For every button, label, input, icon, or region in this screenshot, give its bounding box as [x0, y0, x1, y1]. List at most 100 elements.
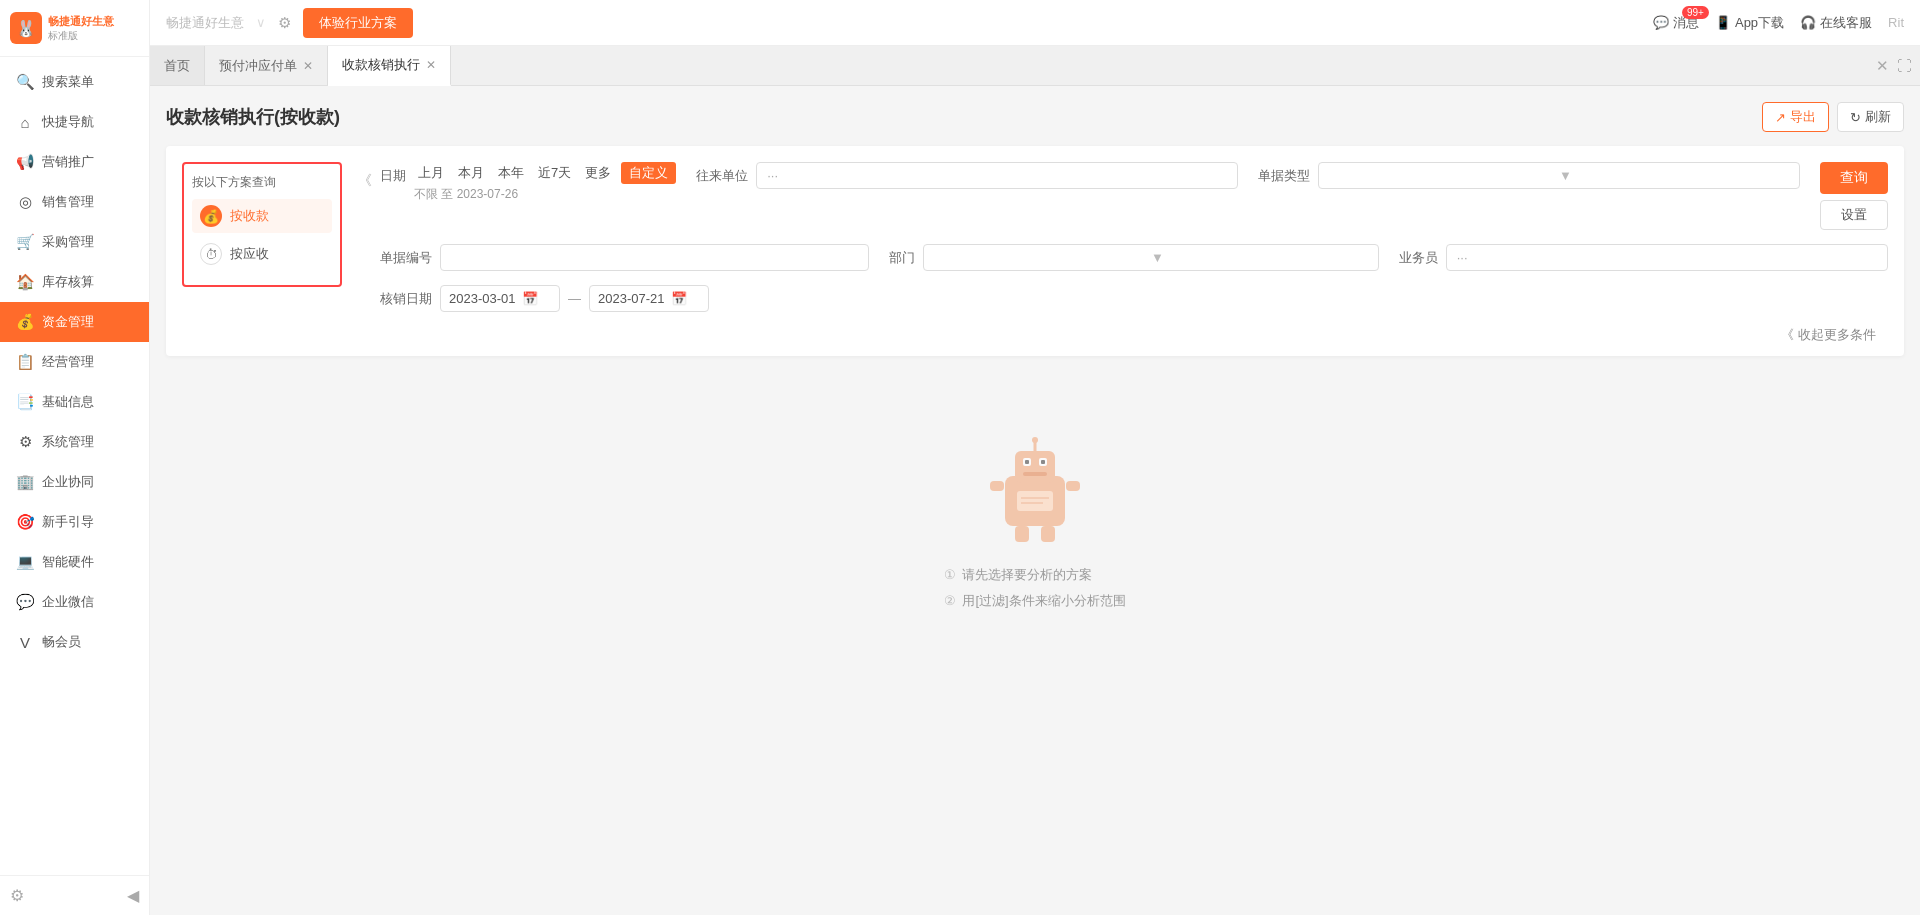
partner-input[interactable]: ···	[756, 162, 1238, 189]
date-tab-more[interactable]: 更多	[581, 162, 615, 184]
home-tab-label: 首页	[164, 57, 190, 75]
refresh-icon: ↻	[1850, 110, 1861, 125]
empty-tip-2: ② 用[过滤]条件来缩小分析范围	[944, 588, 1125, 614]
tab-home[interactable]: 首页	[150, 46, 205, 85]
collection-tab-close[interactable]: ✕	[426, 58, 436, 72]
sidebar-item-basic-info[interactable]: 📑基础信息	[0, 382, 149, 422]
app-icon: 📱	[1715, 15, 1731, 30]
filter-settings-button[interactable]: 设置	[1820, 200, 1888, 230]
sidebar-item-hardware[interactable]: 💻 智能硬件	[0, 542, 149, 582]
svg-rect-13	[1017, 491, 1053, 511]
sidebar-item-marketing[interactable]: 📢营销推广	[0, 142, 149, 182]
sidebar-item-operation[interactable]: 📋 经营管理	[0, 342, 149, 382]
sidebar: 🐰 畅捷通好生意 标准版 🔍搜索菜单⌂快捷导航📢营销推广◎销售管理🛒采购管理🏠库…	[0, 0, 150, 915]
message-icon: 💬	[1653, 15, 1669, 30]
query-button[interactable]: 查询	[1820, 162, 1888, 194]
nav-icon-wechat: 💬	[16, 593, 34, 611]
date-tab-this-year[interactable]: 本年	[494, 162, 528, 184]
date-tab-last-month[interactable]: 上月	[414, 162, 448, 184]
writeoff-start-date[interactable]: 2023-03-01 📅	[440, 285, 560, 312]
nav-icon-hardware: 💻	[16, 553, 34, 571]
topbar-gear-icon[interactable]: ⚙	[278, 14, 291, 32]
sidebar-item-guide[interactable]: 🎯新手引导	[0, 502, 149, 542]
nav-icon-marketing: 📢	[16, 153, 34, 171]
sidebar-item-sales[interactable]: ◎销售管理	[0, 182, 149, 222]
tab-collection[interactable]: 收款核销执行 ✕	[328, 46, 451, 86]
collapse-icon: 《	[1781, 326, 1794, 344]
filter-option-by-receipt[interactable]: 💰 按收款	[192, 199, 332, 233]
sidebar-item-purchase[interactable]: 🛒采购管理	[0, 222, 149, 262]
filter-option-by-receivable[interactable]: ⏱ 按应收	[192, 237, 332, 271]
date-field: 日期 上月 本月 本年 近7天 更多 自定义 不限 至 2023-07-26	[380, 162, 676, 203]
writeoff-date-field: 核销日期 2023-03-01 📅 — 2023-07-21 📅	[380, 285, 709, 312]
writeoff-end-date[interactable]: 2023-07-21 📅	[589, 285, 709, 312]
nav-icon-quick-nav: ⌂	[16, 114, 34, 131]
department-arrow: ▼	[1151, 250, 1368, 265]
department-select[interactable]: ▼	[923, 244, 1378, 271]
nav-label-hardware: 智能硬件	[42, 553, 94, 571]
solution-button[interactable]: 体验行业方案	[303, 8, 413, 38]
nav-label-system: 系统管理	[42, 433, 94, 451]
message-badge: 99+	[1682, 6, 1709, 19]
nav-label-search: 搜索菜单	[42, 73, 94, 91]
more-conditions-row: 《 收起更多条件	[380, 322, 1888, 348]
department-label: 部门	[889, 249, 915, 267]
svg-rect-9	[990, 481, 1004, 491]
svg-point-12	[1032, 437, 1038, 443]
sidebar-item-member[interactable]: V畅会员	[0, 622, 149, 662]
voucher-type-field: 单据类型 ▼	[1258, 162, 1800, 189]
refresh-button[interactable]: ↻ 刷新	[1837, 102, 1904, 132]
voucher-no-input[interactable]	[440, 244, 869, 271]
date-range-separator: —	[568, 291, 581, 306]
sidebar-item-quick-nav[interactable]: ⌂快捷导航	[0, 102, 149, 142]
export-button[interactable]: ↗ 导出	[1762, 102, 1829, 132]
date-tab-custom[interactable]: 自定义	[621, 162, 676, 184]
page-title: 收款核销执行(按收款)	[166, 105, 340, 129]
nav-label-enterprise: 企业协同	[42, 473, 94, 491]
sidebar-item-finance[interactable]: 💰资金管理	[0, 302, 149, 342]
message-button[interactable]: 💬 消息 99+	[1653, 14, 1699, 32]
nav-label-member: 畅会员	[42, 633, 81, 651]
partner-label: 往来单位	[696, 167, 748, 185]
tabbar-actions: ✕ ⛶	[1868, 46, 1920, 85]
nav-icon-inventory: 🏠	[16, 273, 34, 291]
prepay-tab-label: 预付冲应付单	[219, 57, 297, 75]
empty-state: ① 请先选择要分析的方案 ② 用[过滤]条件来缩小分析范围	[166, 356, 1904, 694]
customer-service-button[interactable]: 🎧 在线客服	[1800, 14, 1872, 32]
app-download-button[interactable]: 📱 App下载	[1715, 14, 1784, 32]
sidebar-item-search[interactable]: 🔍 搜索菜单	[0, 62, 149, 102]
filter-scheme-panel: 按以下方案查询 💰 按收款 ⏱ 按应收	[182, 162, 342, 287]
sidebar-item-inventory[interactable]: 🏠库存核算	[0, 262, 149, 302]
voucher-type-select[interactable]: ▼	[1318, 162, 1800, 189]
end-calendar-icon: 📅	[671, 291, 687, 306]
receivable-option-icon: ⏱	[200, 243, 222, 265]
tab-expand-icon[interactable]: ⛶	[1897, 57, 1912, 74]
nav-icon-search: 🔍	[16, 73, 34, 91]
salesperson-field: 业务员 ···	[1399, 244, 1888, 271]
user-name: Rit	[1888, 15, 1904, 30]
content-area: 收款核销执行(按收款) ↗ 导出 ↻ 刷新 按以下方案查询 💰 按收款	[150, 86, 1920, 915]
logo-text: 畅捷通好生意 标准版	[48, 14, 114, 43]
collapse-filter-button[interactable]: 《	[358, 172, 372, 190]
nav-icon-system: ⚙	[16, 433, 34, 451]
nav-list: 🔍 搜索菜单 ⌂快捷导航📢营销推广◎销售管理🛒采购管理🏠库存核算💰资金管理 📋 经营管理…	[0, 57, 149, 875]
collapse-sidebar-icon[interactable]: ◀	[127, 886, 139, 905]
sidebar-item-wechat[interactable]: 💬企业微信	[0, 582, 149, 622]
svg-rect-10	[1066, 481, 1080, 491]
nav-label-operation: 经营管理	[42, 353, 94, 371]
salesperson-input[interactable]: ···	[1446, 244, 1888, 271]
sidebar-item-enterprise[interactable]: 🏢企业协同	[0, 462, 149, 502]
nav-icon-operation: 📋	[16, 353, 34, 371]
voucher-type-arrow: ▼	[1559, 168, 1789, 183]
sidebar-item-system[interactable]: ⚙ 系统管理	[0, 422, 149, 462]
date-tab-this-month[interactable]: 本月	[454, 162, 488, 184]
prepay-tab-close[interactable]: ✕	[303, 59, 313, 73]
settings-bottom-icon[interactable]: ⚙	[10, 886, 24, 905]
writeoff-date-label: 核销日期	[380, 290, 432, 308]
date-tab-7days[interactable]: 近7天	[534, 162, 575, 184]
svg-rect-6	[1023, 472, 1047, 476]
collapse-more-button[interactable]: 《 收起更多条件	[1769, 322, 1888, 348]
tab-prepay[interactable]: 预付冲应付单 ✕	[205, 46, 328, 85]
filter-row-1: 日期 上月 本月 本年 近7天 更多 自定义 不限 至 2023-07-26	[380, 162, 1888, 230]
tab-close-all-icon[interactable]: ✕	[1876, 57, 1889, 75]
